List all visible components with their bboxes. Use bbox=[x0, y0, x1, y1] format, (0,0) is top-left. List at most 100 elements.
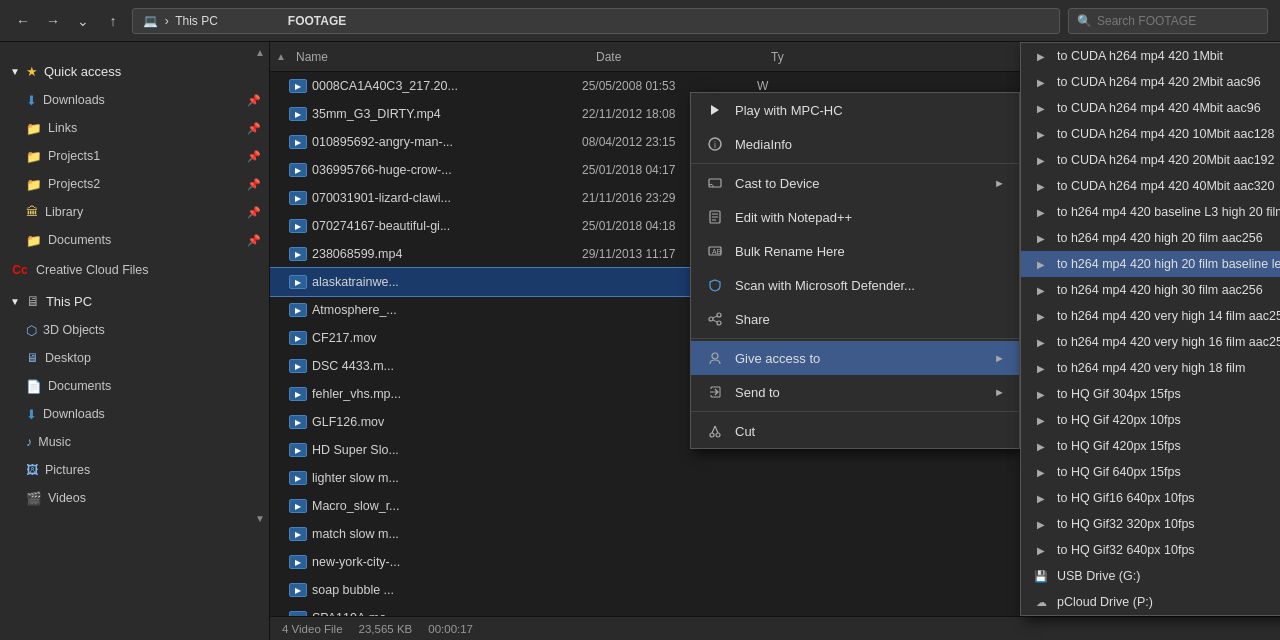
submenu-item[interactable]: ▶ to HQ Gif16 640px 10fps bbox=[1021, 485, 1280, 511]
forward-button[interactable]: → bbox=[42, 10, 64, 32]
sidebar-item-documents-pc[interactable]: 📄 Documents bbox=[0, 372, 269, 400]
ctx-play-mpc[interactable]: Play with MPC-HC bbox=[691, 93, 1019, 127]
sidebar-item-3d-objects[interactable]: ⬡ 3D Objects bbox=[0, 316, 269, 344]
submenu-item-icon: ▶ bbox=[1033, 542, 1049, 558]
submenu-item[interactable]: ☁ pCloud Drive (P:) bbox=[1021, 589, 1280, 615]
column-header-date[interactable]: Date bbox=[588, 42, 763, 71]
this-pc-label: This PC bbox=[46, 294, 92, 309]
submenu-item[interactable]: ▶ to HQ Gif 304px 15fps bbox=[1021, 381, 1280, 407]
titlebar: ← → ⌄ ↑ 💻 › This PC FOOTAGE 🔍 Search FOO… bbox=[0, 0, 1280, 42]
submenu-item[interactable]: ▶ to HQ Gif 420px 15fps bbox=[1021, 433, 1280, 459]
file-name: DSC 4433.m... bbox=[312, 359, 582, 373]
submenu-item-label: to h264 mp4 420 high 20 film baseline le… bbox=[1057, 257, 1280, 271]
sidebar-item-downloads[interactable]: ⬇ Downloads 📌 bbox=[0, 86, 269, 114]
sidebar-item-documents[interactable]: 📁 Documents 📌 bbox=[0, 226, 269, 254]
file-size: 23,565 KB bbox=[359, 623, 413, 635]
sidebar-item-links[interactable]: 📁 Links 📌 bbox=[0, 114, 269, 142]
sidebar-item-videos[interactable]: 🎬 Videos bbox=[0, 484, 269, 512]
svg-point-17 bbox=[716, 433, 720, 437]
sidebar-item-pictures[interactable]: 🖼 Pictures bbox=[0, 456, 269, 484]
submenu-arrow-icon: ▶ bbox=[1037, 285, 1045, 296]
context-menu-divider bbox=[691, 163, 1019, 164]
recent-button[interactable]: ⌄ bbox=[72, 10, 94, 32]
file-icon: ▶ bbox=[288, 496, 308, 516]
submenu-item-label: to HQ Gif 304px 15fps bbox=[1057, 387, 1181, 401]
this-pc-header[interactable]: ▼ 🖥 This PC bbox=[0, 286, 269, 316]
up-button[interactable]: ↑ bbox=[102, 10, 124, 32]
search-icon: 🔍 bbox=[1077, 14, 1092, 28]
submenu-item[interactable]: ▶ to h264 mp4 420 baseline L3 high 20 fi… bbox=[1021, 199, 1280, 225]
submenu-item[interactable]: ▶ to HQ Gif32 320px 10fps bbox=[1021, 511, 1280, 537]
ctx-send-to[interactable]: Send to ► bbox=[691, 375, 1019, 409]
file-duration: 00:00:17 bbox=[428, 623, 473, 635]
submenu-arrow-icon: ▶ bbox=[1037, 415, 1045, 426]
sidebar-item-projects2[interactable]: 📁 Projects2 📌 bbox=[0, 170, 269, 198]
submenu-item[interactable]: ▶ to h264 mp4 420 very high 16 film aac2… bbox=[1021, 329, 1280, 355]
column-header-type[interactable]: Ty bbox=[763, 42, 843, 71]
submenu-item-label: to h264 mp4 420 high 20 film aac256 bbox=[1057, 231, 1263, 245]
sidebar-item-label: 3D Objects bbox=[43, 323, 105, 337]
back-button[interactable]: ← bbox=[12, 10, 34, 32]
ctx-notepad[interactable]: Edit with Notepad++ bbox=[691, 200, 1019, 234]
sidebar-scroll-up[interactable]: ▲ bbox=[253, 47, 267, 58]
submenu-item[interactable]: ▶ to HQ Gif32 640px 10fps bbox=[1021, 537, 1280, 563]
access-icon bbox=[705, 348, 725, 368]
usb-icon: 💾 bbox=[1034, 570, 1048, 583]
ctx-bulk-rename[interactable]: ABC Bulk Rename Here bbox=[691, 234, 1019, 268]
video-file-icon: ▶ bbox=[289, 191, 307, 205]
submenu-item-icon: ▶ bbox=[1033, 386, 1049, 402]
sidebar-scroll-down[interactable]: ▼ bbox=[253, 513, 267, 524]
sidebar-item-downloads-pc[interactable]: ⬇ Downloads bbox=[0, 400, 269, 428]
submenu-item[interactable]: 💾 USB Drive (G:) bbox=[1021, 563, 1280, 589]
sidebar-item-projects1[interactable]: 📁 Projects1 📌 bbox=[0, 142, 269, 170]
submenu-arrow-icon: ▶ bbox=[1037, 233, 1045, 244]
submenu-item[interactable]: ▶ to h264 mp4 420 very high 18 film bbox=[1021, 355, 1280, 381]
file-name: 070274167-beautiful-gi... bbox=[312, 219, 582, 233]
sidebar-item-label: Projects1 bbox=[48, 149, 100, 163]
submenu-item[interactable]: ▶ to CUDA h264 mp4 420 40Mbit aac320 bbox=[1021, 173, 1280, 199]
video-file-icon: ▶ bbox=[289, 163, 307, 177]
ctx-defender[interactable]: Scan with Microsoft Defender... bbox=[691, 268, 1019, 302]
column-header-name[interactable]: Name bbox=[288, 42, 588, 71]
sidebar-item-library[interactable]: 🏛 Library 📌 bbox=[0, 198, 269, 226]
ctx-label: Cast to Device bbox=[735, 176, 984, 191]
submenu-item[interactable]: ▶ to h264 mp4 420 very high 14 film aac2… bbox=[1021, 303, 1280, 329]
sidebar-item-desktop[interactable]: 🖥 Desktop bbox=[0, 344, 269, 372]
sidebar-item-creative-cloud[interactable]: Cc Creative Cloud Files bbox=[0, 256, 269, 284]
file-area: ▲ Name Date Ty ▶ 0008CA1A40C3_217.20... … bbox=[270, 42, 1280, 640]
submenu-item-icon: ▶ bbox=[1033, 282, 1049, 298]
sidebar-item-music[interactable]: ♪ Music bbox=[0, 428, 269, 456]
submenu-item[interactable]: ▶ to CUDA h264 mp4 420 1Mbit bbox=[1021, 43, 1280, 69]
file-name: fehler_vhs.mp... bbox=[312, 387, 582, 401]
links-folder-icon: 📁 bbox=[26, 121, 42, 136]
submenu-item[interactable]: ▶ to h264 mp4 420 high 20 film aac256 bbox=[1021, 225, 1280, 251]
submenu-item-icon: ▶ bbox=[1033, 48, 1049, 64]
submenu-item-label: to CUDA h264 mp4 420 20Mbit aac192 bbox=[1057, 153, 1275, 167]
ctx-share[interactable]: Share bbox=[691, 302, 1019, 336]
breadcrumb[interactable]: 💻 › This PC FOOTAGE bbox=[132, 8, 1060, 34]
quick-access-header[interactable]: ▼ ★ Quick access bbox=[0, 56, 269, 86]
submenu-item[interactable]: ▶ to CUDA h264 mp4 420 2Mbit aac96 bbox=[1021, 69, 1280, 95]
pin-icon: 📌 bbox=[247, 150, 261, 163]
submenu-item[interactable]: ▶ to CUDA h264 mp4 420 10Mbit aac128 bbox=[1021, 121, 1280, 147]
quick-access-label: Quick access bbox=[44, 64, 121, 79]
ctx-label: Send to bbox=[735, 385, 984, 400]
submenu-item[interactable]: ▶ to HQ Gif 640px 15fps bbox=[1021, 459, 1280, 485]
ctx-cut[interactable]: Cut bbox=[691, 414, 1019, 448]
submenu-arrow-icon: ▶ bbox=[1037, 311, 1045, 322]
submenu-item[interactable]: ▶ to CUDA h264 mp4 420 20Mbit aac192 bbox=[1021, 147, 1280, 173]
submenu-item[interactable]: ▶ to HQ Gif 420px 10fps bbox=[1021, 407, 1280, 433]
file-name: Macro_slow_r... bbox=[312, 499, 582, 513]
file-icon: ▶ bbox=[288, 216, 308, 236]
submenu-item[interactable]: ▶ to CUDA h264 mp4 420 4Mbit aac96 bbox=[1021, 95, 1280, 121]
submenu-item[interactable]: ▶ to h264 mp4 420 high 30 film aac256 bbox=[1021, 277, 1280, 303]
ctx-cast[interactable]: Cast to Device ► bbox=[691, 166, 1019, 200]
ctx-give-access[interactable]: Give access to ► bbox=[691, 341, 1019, 375]
video-file-icon: ▶ bbox=[289, 471, 307, 485]
submenu-item-icon: ▶ bbox=[1033, 360, 1049, 376]
video-file-icon: ▶ bbox=[289, 331, 307, 345]
ctx-mediainfo[interactable]: i MediaInfo bbox=[691, 127, 1019, 161]
submenu-item-icon: ☁ bbox=[1033, 594, 1049, 610]
search-bar[interactable]: 🔍 Search FOOTAGE bbox=[1068, 8, 1268, 34]
submenu-item[interactable]: ▶ to h264 mp4 420 high 20 film baseline … bbox=[1021, 251, 1280, 277]
